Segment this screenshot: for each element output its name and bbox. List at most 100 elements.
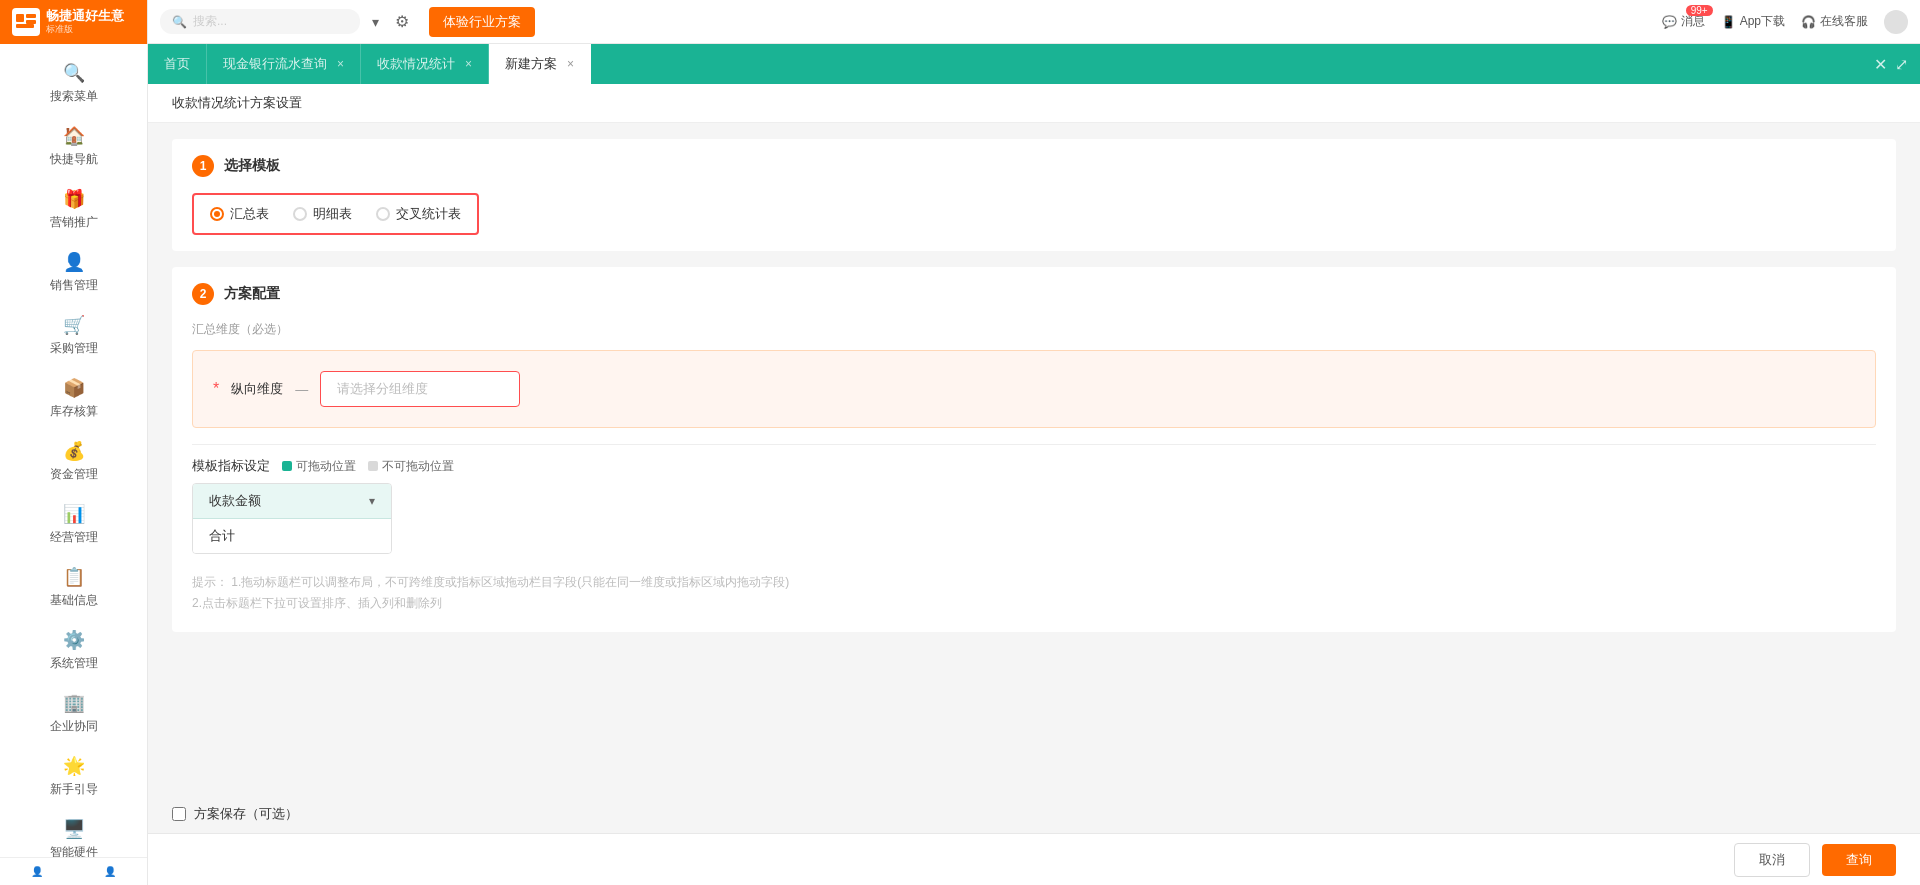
sidebar-item-purchase[interactable]: 🛒 采购管理	[0, 304, 147, 367]
dimension-title: 汇总维度（必选）	[192, 321, 1876, 338]
download-icon: 📱	[1721, 15, 1736, 29]
tab-new-plan-close-icon[interactable]: ×	[567, 57, 574, 71]
main-area: 🔍 搜索... ▾ ⚙ 体验行业方案 💬 消息 99+ 📱 App下载 🎧 在线…	[148, 0, 1920, 885]
message-icon: 💬	[1662, 15, 1677, 29]
user-avatar	[1884, 10, 1908, 34]
draggable-label: 可拖动位置	[296, 458, 356, 475]
radio-summary-label: 汇总表	[230, 205, 269, 223]
sidebar-item-enterprise-label: 企业协同	[50, 718, 98, 735]
radio-summary[interactable]: 汇总表	[210, 205, 269, 223]
sidebar-item-enterprise[interactable]: 🏢 企业协同	[0, 682, 147, 745]
header-dropdown-icon[interactable]: ▾	[372, 14, 379, 30]
cart-icon: 🛒	[63, 314, 85, 336]
tab-home[interactable]: 首页	[148, 44, 207, 84]
user-item[interactable]	[1884, 10, 1908, 34]
hint-text-1: 提示： 1.拖动标题栏可以调整布局，不可跨维度或指标区域拖动栏目字段(只能在同一…	[192, 574, 1876, 591]
tab-new-plan[interactable]: 新建方案 ×	[489, 44, 591, 84]
sidebar-item-newbie[interactable]: 🌟 新手引导	[0, 745, 147, 808]
radio-cross[interactable]: 交叉统计表	[376, 205, 461, 223]
step2-header: 2 方案配置	[192, 283, 1876, 305]
tab-close-window-icon[interactable]: ✕	[1874, 55, 1887, 74]
headset-icon: 🎧	[1801, 15, 1816, 29]
notifications-badge: 99+	[1686, 5, 1713, 16]
sidebar-item-quicknav-label: 快捷导航	[50, 151, 98, 168]
sidebar-item-system-label: 系统管理	[50, 655, 98, 672]
sidebar-item-hardware-label: 智能硬件	[50, 844, 98, 857]
tab-home-label: 首页	[164, 55, 190, 73]
download-item[interactable]: 📱 App下载	[1721, 13, 1785, 30]
header-search-icon: 🔍	[172, 15, 187, 29]
sidebar-item-sales-label: 销售管理	[50, 277, 98, 294]
clipboard-icon: 📋	[63, 566, 85, 588]
trial-button[interactable]: 体验行业方案	[429, 7, 535, 37]
sidebar-logo: 畅捷通好生意 标准版	[0, 0, 147, 44]
svg-rect-1	[26, 14, 36, 18]
sidebar-item-basicinfo[interactable]: 📋 基础信息	[0, 556, 147, 619]
header-gear-icon[interactable]: ⚙	[395, 12, 409, 31]
tab-receipt-label: 收款情况统计	[377, 55, 455, 73]
sidebar-item-finance-label: 资金管理	[50, 466, 98, 483]
support-item[interactable]: 🎧 在线客服	[1801, 13, 1868, 30]
tab-receipt-close-icon[interactable]: ×	[465, 57, 472, 71]
query-button[interactable]: 查询	[1822, 844, 1896, 876]
dimension-select[interactable]: 请选择分组维度	[320, 371, 520, 407]
step1-title: 选择模板	[224, 157, 280, 175]
home-icon: 🏠	[63, 125, 85, 147]
notifications-item[interactable]: 💬 消息 99+	[1662, 13, 1705, 30]
save-checkbox[interactable]	[172, 807, 186, 821]
step2-title: 方案配置	[224, 285, 280, 303]
sidebar-bottom-user2[interactable]: 👤	[104, 866, 116, 877]
logo-name: 畅捷通好生意	[46, 8, 124, 24]
metrics-header: 模板指标设定 可拖动位置 不可拖动位置	[192, 457, 1876, 475]
sidebar-bottom-user1[interactable]: 👤	[31, 866, 43, 877]
sidebar-item-operations[interactable]: 📊 经营管理	[0, 493, 147, 556]
svg-rect-2	[26, 20, 36, 24]
tab-maximize-icon[interactable]: ⤢	[1895, 55, 1908, 74]
metrics-column-name: 收款金额	[209, 492, 261, 510]
sidebar-item-quicknav[interactable]: 🏠 快捷导航	[0, 115, 147, 178]
header-search[interactable]: 🔍 搜索...	[160, 9, 360, 34]
header-right: 💬 消息 99+ 📱 App下载 🎧 在线客服	[1662, 10, 1908, 34]
step2-number: 2	[192, 283, 214, 305]
vertical-dimension-label: 纵向维度	[231, 380, 283, 398]
save-option: 方案保存（可选）	[148, 795, 1920, 833]
sidebar-item-inventory[interactable]: 📦 库存核算	[0, 367, 147, 430]
svg-rect-0	[16, 14, 24, 22]
box-icon: 📦	[63, 377, 85, 399]
non-draggable-label: 不可拖动位置	[382, 458, 454, 475]
no-drag-dot-icon	[368, 461, 378, 471]
step1-header: 1 选择模板	[192, 155, 1876, 177]
sidebar: 畅捷通好生意 标准版 🔍 搜索菜单 🏠 快捷导航 🎁 营销推广 👤 销售管理 🛒…	[0, 0, 148, 885]
user1-avatar-icon: 👤	[31, 866, 43, 877]
logo-text-block: 畅捷通好生意 标准版	[46, 8, 124, 37]
radio-detail[interactable]: 明细表	[293, 205, 352, 223]
cancel-button[interactable]: 取消	[1734, 843, 1810, 877]
sidebar-item-finance[interactable]: 💰 资金管理	[0, 430, 147, 493]
sidebar-item-marketing[interactable]: 🎁 营销推广	[0, 178, 147, 241]
sidebar-item-purchase-label: 采购管理	[50, 340, 98, 357]
sidebar-item-search-label: 搜索菜单	[50, 88, 98, 105]
user-icon: 👤	[63, 251, 85, 273]
sidebar-item-hardware[interactable]: 🖥️ 智能硬件	[0, 808, 147, 857]
user2-avatar-icon: 👤	[104, 866, 116, 877]
tab-bank-close-icon[interactable]: ×	[337, 57, 344, 71]
content-header: 收款情况统计方案设置	[148, 84, 1920, 123]
money-icon: 💰	[63, 440, 85, 462]
sidebar-item-system[interactable]: ⚙️ 系统管理	[0, 619, 147, 682]
star-icon: 🌟	[63, 755, 85, 777]
non-draggable-tag: 不可拖动位置	[368, 458, 454, 475]
sidebar-item-marketing-label: 营销推广	[50, 214, 98, 231]
top-header: 🔍 搜索... ▾ ⚙ 体验行业方案 💬 消息 99+ 📱 App下载 🎧 在线…	[148, 0, 1920, 44]
sidebar-item-sales[interactable]: 👤 销售管理	[0, 241, 147, 304]
radio-detail-dot	[293, 207, 307, 221]
dimension-area: * 纵向维度 — 请选择分组维度	[192, 350, 1876, 428]
sidebar-item-search[interactable]: 🔍 搜索菜单	[0, 52, 147, 115]
draggable-tag: 可拖动位置	[282, 458, 356, 475]
tab-bank[interactable]: 现金银行流水查询 ×	[207, 44, 361, 84]
metrics-dropdown-icon[interactable]: ▾	[369, 494, 375, 508]
step1-number: 1	[192, 155, 214, 177]
tab-receipt[interactable]: 收款情况统计 ×	[361, 44, 489, 84]
support-label: 在线客服	[1820, 13, 1868, 30]
sidebar-item-operations-label: 经营管理	[50, 529, 98, 546]
building-icon: 🏢	[63, 692, 85, 714]
